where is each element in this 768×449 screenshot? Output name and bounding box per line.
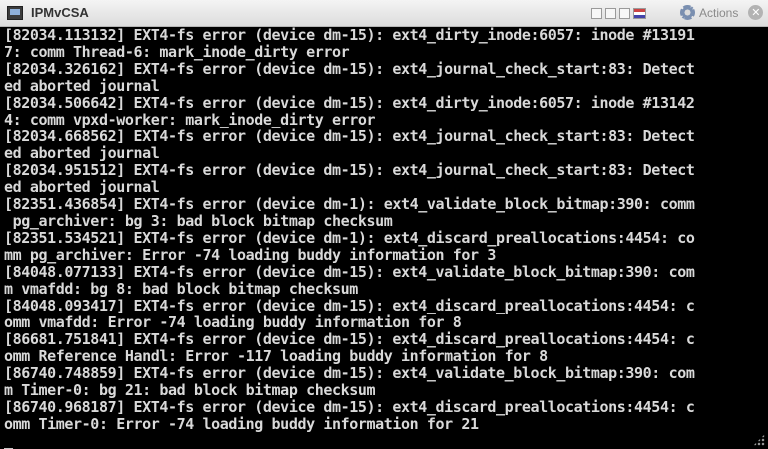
console-line: [86740.748859] EXT4-fs error (device dm-… <box>4 365 695 383</box>
console-line: [86740.968187] EXT4-fs error (device dm-… <box>4 398 695 416</box>
console-line: 7: comm Thread-6: mark_inode_dirty error <box>4 43 350 61</box>
console-line: [82034.113132] EXT4-fs error (device dm-… <box>4 27 695 44</box>
restore-icon[interactable] <box>605 8 616 19</box>
actions-label[interactable]: Actions <box>699 6 738 20</box>
gear-icon[interactable] <box>680 5 695 20</box>
console-line: m Timer-0: bg 21: bad block bitmap check… <box>4 382 376 399</box>
console-line: [82034.668562] EXT4-fs error (device dm-… <box>4 128 695 146</box>
console-window: IPMvCSA Actions ✕ [82034.113132] EXT4-fs… <box>0 0 768 449</box>
console-line: 4: comm vpxd-worker: mark_inode_dirty er… <box>4 111 376 129</box>
window-title: IPMvCSA <box>31 5 89 20</box>
window-titlebar[interactable]: IPMvCSA Actions ✕ <box>0 0 768 27</box>
window-controls <box>591 8 646 19</box>
actions-menu[interactable]: Actions ✕ <box>680 5 764 20</box>
console-line: [86681.751841] EXT4-fs error (device dm-… <box>4 331 695 349</box>
console-line: m vmafdd: bg 8: bad block bitmap checksu… <box>4 280 358 298</box>
console-line: ed aborted journal <box>4 179 160 197</box>
console-line: omm Timer-0: Error -74 loading buddy inf… <box>4 415 479 433</box>
minimize-icon[interactable] <box>591 8 602 19</box>
console-line: ed aborted journal <box>4 145 160 163</box>
console-line: ed aborted journal <box>4 77 160 95</box>
console-line: omm vmafdd: Error -74 loading buddy info… <box>4 314 462 332</box>
close-icon[interactable]: ✕ <box>748 5 764 20</box>
console-line: [84048.077133] EXT4-fs error (device dm-… <box>4 263 695 281</box>
console-line: mm pg_archiver: Error -74 loading buddy … <box>4 246 496 264</box>
console-line: [82034.506642] EXT4-fs error (device dm-… <box>4 94 695 112</box>
app-icon <box>7 6 23 20</box>
console-line: [82034.951512] EXT4-fs error (device dm-… <box>4 162 695 180</box>
console-line: [82034.326162] EXT4-fs error (device dm-… <box>4 60 695 78</box>
keyboard-icon[interactable] <box>619 8 630 19</box>
console-line: omm Reference Handl: Error -117 loading … <box>4 348 548 366</box>
console-line: _ <box>4 432 13 449</box>
flag-icon[interactable] <box>633 8 646 19</box>
console-line: [82351.436854] EXT4-fs error (device dm-… <box>4 196 695 213</box>
console-line: [82351.534521] EXT4-fs error (device dm-… <box>4 229 695 247</box>
console-line: pg_archiver: bg 3: bad block bitmap chec… <box>4 212 393 230</box>
console-line: [84048.093417] EXT4-fs error (device dm-… <box>4 297 695 315</box>
console-output[interactable]: [82034.113132] EXT4-fs error (device dm-… <box>0 27 768 449</box>
